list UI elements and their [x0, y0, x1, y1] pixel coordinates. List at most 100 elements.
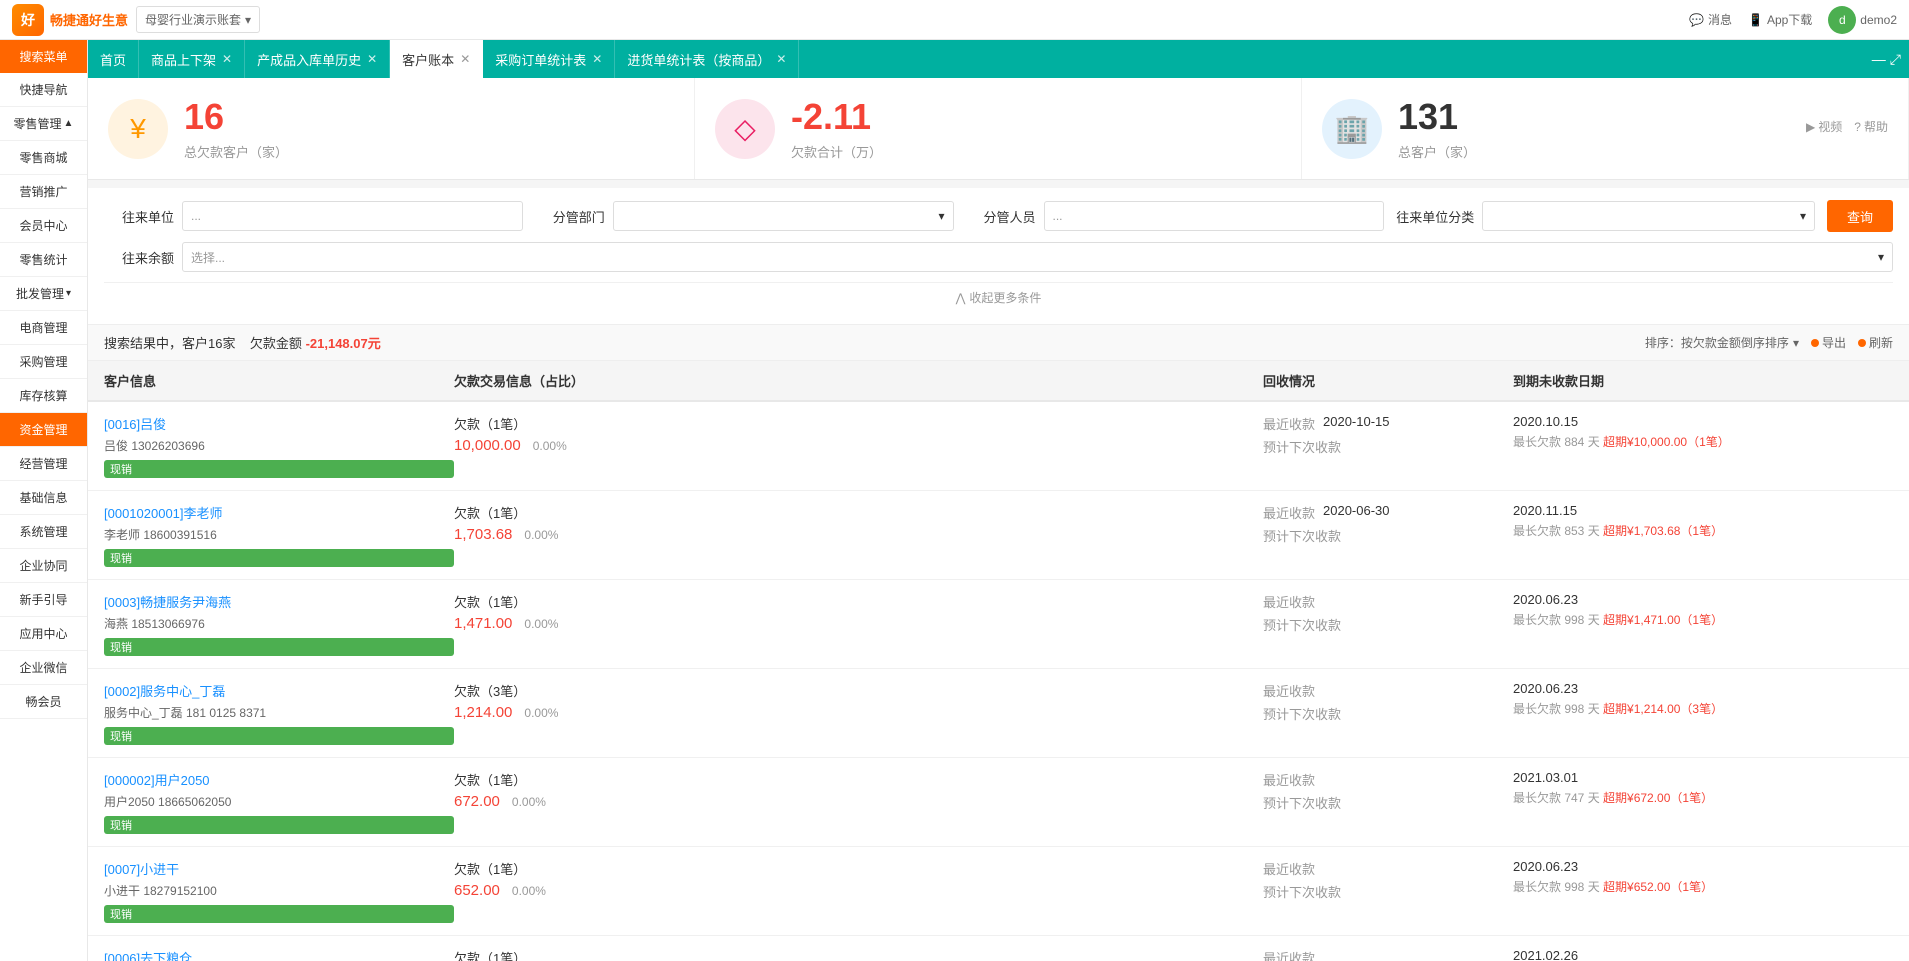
overdue-days: 最长欠款 998 天 超期¥1,471.00（1笔）	[1513, 611, 1893, 628]
stat-debt-customers-number: 16	[184, 96, 288, 138]
chevron-down-icon: ▾	[1878, 250, 1884, 264]
data-table: 客户信息 欠款交易信息（占比） 回收情况 到期未收款日期 [0016]吕俊 吕俊…	[88, 361, 1909, 961]
tab-close-icon[interactable]: ✕	[367, 52, 377, 66]
customer-name-link[interactable]: [0007]小进干	[104, 859, 454, 878]
overdue-date: 2020.11.15	[1513, 503, 1893, 518]
tab-product-listing[interactable]: 商品上下架 ✕	[139, 40, 245, 78]
debt-percent: 0.00%	[512, 795, 546, 809]
customer-phone: 小进干 18279152100	[104, 882, 454, 899]
status-badge: 现销	[104, 905, 454, 923]
tab-close-icon[interactable]: ✕	[776, 52, 786, 66]
sidebar-search[interactable]: 搜索菜单	[0, 40, 87, 73]
table-row: [0016]吕俊 吕俊 13026203696 现销 欠款（1笔） 10,000…	[88, 402, 1909, 491]
sidebar-item-basic-info[interactable]: 基础信息	[0, 481, 87, 515]
sidebar-item-collab[interactable]: 企业协同	[0, 549, 87, 583]
message-btn[interactable]: 💬 消息	[1689, 11, 1732, 28]
sort-select[interactable]: 排序：按欠款金额倒序排序 ▾	[1645, 334, 1799, 351]
last-payment-label: 最近收款	[1263, 592, 1315, 611]
sidebar-item-finance[interactable]: 资金管理	[0, 413, 87, 447]
overdue-info-cell: 2021.02.26 最长欠款 750 天 超期¥455.90（1笔）	[1513, 948, 1893, 961]
sidebar-item-retail-stats[interactable]: 零售统计	[0, 243, 87, 277]
overdue-amount-link[interactable]: 超期¥1,214.00（3笔）	[1603, 702, 1723, 716]
overdue-amount-link[interactable]: 超期¥672.00（1笔）	[1603, 791, 1713, 805]
collapse-btn[interactable]: ⋀ 收起更多条件	[104, 282, 1893, 312]
tab-close-icon[interactable]: ✕	[222, 52, 232, 66]
stat-card-total-customers: 🏢 131 总客户（家） ▶ 视频	[1302, 78, 1909, 179]
chevron-down-icon: ▾	[1793, 336, 1799, 350]
overdue-amount-link[interactable]: 超期¥10,000.00（1笔）	[1603, 435, 1730, 449]
sidebar-item-inventory[interactable]: 库存核算	[0, 379, 87, 413]
help-icon: ?	[1854, 120, 1861, 134]
tab-customer-account[interactable]: 客户账本 ✕	[390, 40, 483, 78]
overdue-days: 最长欠款 747 天 超期¥672.00（1笔）	[1513, 789, 1893, 806]
sidebar-item-system[interactable]: 系统管理	[0, 515, 87, 549]
balance-select[interactable]: 选择... ▾	[182, 242, 1893, 272]
filter-person: 分管人员 ...	[966, 201, 1385, 231]
overdue-amount-link[interactable]: 超期¥652.00（1笔）	[1603, 880, 1713, 894]
last-payment-label: 最近收款	[1263, 681, 1315, 700]
sidebar-item-member[interactable]: 畅会员	[0, 685, 87, 719]
search-button[interactable]: 查询	[1827, 200, 1893, 232]
sidebar-item-operations[interactable]: 经营管理	[0, 447, 87, 481]
stat-card-total-debt: ◇ -2.11 欠款合计（万）	[695, 78, 1302, 179]
person-input[interactable]: ...	[1044, 201, 1385, 231]
sidebar-item-ecommerce[interactable]: 电商管理	[0, 311, 87, 345]
tab-close-icon[interactable]: ✕	[460, 52, 470, 66]
sidebar-item-purchase[interactable]: 采购管理	[0, 345, 87, 379]
export-icon	[1811, 339, 1819, 347]
debt-info-cell: 欠款（3笔） 1,214.00 0.00%	[454, 681, 1263, 721]
tab-close-icon[interactable]: ✕	[592, 52, 602, 66]
debt-label: 欠款（1笔）	[454, 592, 526, 611]
recovery-info-cell: 最近收款 预计下次收款	[1263, 948, 1513, 961]
sidebar-item-enterprise-wechat[interactable]: 企业微信	[0, 651, 87, 685]
filter-area: 往来单位 ... 分管部门 ▾	[88, 188, 1909, 324]
debt-info-cell: 欠款（1笔） 1,703.68 0.00%	[454, 503, 1263, 543]
video-link[interactable]: ▶ 视频	[1806, 118, 1842, 135]
result-bar: 搜索结果中，客户16家 欠款金额 -21,148.07元 排序：按欠款金额倒序排…	[88, 324, 1909, 361]
sidebar-item-guide[interactable]: 新手引导	[0, 583, 87, 617]
customer-name-link[interactable]: [0002]服务中心_丁磊	[104, 681, 454, 700]
recovery-info-cell: 最近收款 预计下次收款	[1263, 770, 1513, 812]
tab-minimize-icon[interactable]: —	[1872, 51, 1886, 67]
overdue-amount-link[interactable]: 超期¥1,703.68（1笔）	[1603, 524, 1723, 538]
debt-amount: 1,703.68	[454, 526, 512, 543]
sidebar-item-retail-mall[interactable]: 零售商城	[0, 141, 87, 175]
sidebar-item-marketing[interactable]: 营销推广	[0, 175, 87, 209]
chevron-down-icon: ▾	[245, 13, 251, 27]
customer-name-link[interactable]: [000002]用户2050	[104, 770, 454, 789]
last-payment-label: 最近收款	[1263, 414, 1315, 433]
stat-total-debt-label: 欠款合计（万）	[791, 142, 882, 161]
customer-name-link[interactable]: [0006]去下粮仓	[104, 948, 454, 961]
store-select[interactable]: 母婴行业演示账套 ▾	[136, 6, 260, 33]
status-badge: 现销	[104, 727, 454, 745]
tab-home[interactable]: 首页	[88, 40, 139, 78]
customer-name-link[interactable]: [0001020001]李老师	[104, 503, 454, 522]
export-btn[interactable]: 导出	[1811, 334, 1846, 351]
customer-name-link[interactable]: [0016]吕俊	[104, 414, 454, 433]
tab-product-history[interactable]: 产成品入库单历史 ✕	[245, 40, 390, 78]
sidebar-item-member-center[interactable]: 会员中心	[0, 209, 87, 243]
user-avatar-area[interactable]: d demo2	[1828, 6, 1897, 34]
sidebar-item-wholesale-mgmt[interactable]: 批发管理 ▾	[0, 277, 87, 311]
refresh-btn[interactable]: 刷新	[1858, 334, 1893, 351]
unit-type-select[interactable]: ▾	[1482, 201, 1815, 231]
tab-purchase-stats[interactable]: 采购订单统计表 ✕	[483, 40, 615, 78]
customer-phone: 李老师 18600391516	[104, 526, 454, 543]
customer-info-cell: [0003]畅捷服务尹海燕 海燕 18513066976 现销	[104, 592, 454, 656]
department-select[interactable]: ▾	[613, 201, 954, 231]
chevron-down-icon: ▲	[64, 118, 74, 129]
stats-row: ¥ 16 总欠款客户（家） ◇ -2.11 欠款合计（万）	[88, 78, 1909, 180]
from-unit-input[interactable]: ...	[182, 201, 523, 231]
sidebar-item-app-center[interactable]: 应用中心	[0, 617, 87, 651]
debt-label: 欠款（1笔）	[454, 859, 526, 878]
sidebar-item-quick-nav[interactable]: 快捷导航	[0, 73, 87, 107]
sidebar-item-retail-mgmt[interactable]: 零售管理 ▲	[0, 107, 87, 141]
tab-expand-icon[interactable]: ⤢	[1890, 51, 1901, 68]
customer-info-cell: [000002]用户2050 用户2050 18665062050 现销	[104, 770, 454, 834]
overdue-amount-link[interactable]: 超期¥1,471.00（1笔）	[1603, 613, 1723, 627]
customer-name-link[interactable]: [0003]畅捷服务尹海燕	[104, 592, 454, 611]
app-download-btn[interactable]: 📱 App下载	[1748, 11, 1812, 28]
tab-incoming-stats[interactable]: 进货单统计表（按商品） ✕	[615, 40, 799, 78]
help-link[interactable]: ? 帮助	[1854, 118, 1888, 135]
next-payment-label: 预计下次收款	[1263, 437, 1341, 456]
